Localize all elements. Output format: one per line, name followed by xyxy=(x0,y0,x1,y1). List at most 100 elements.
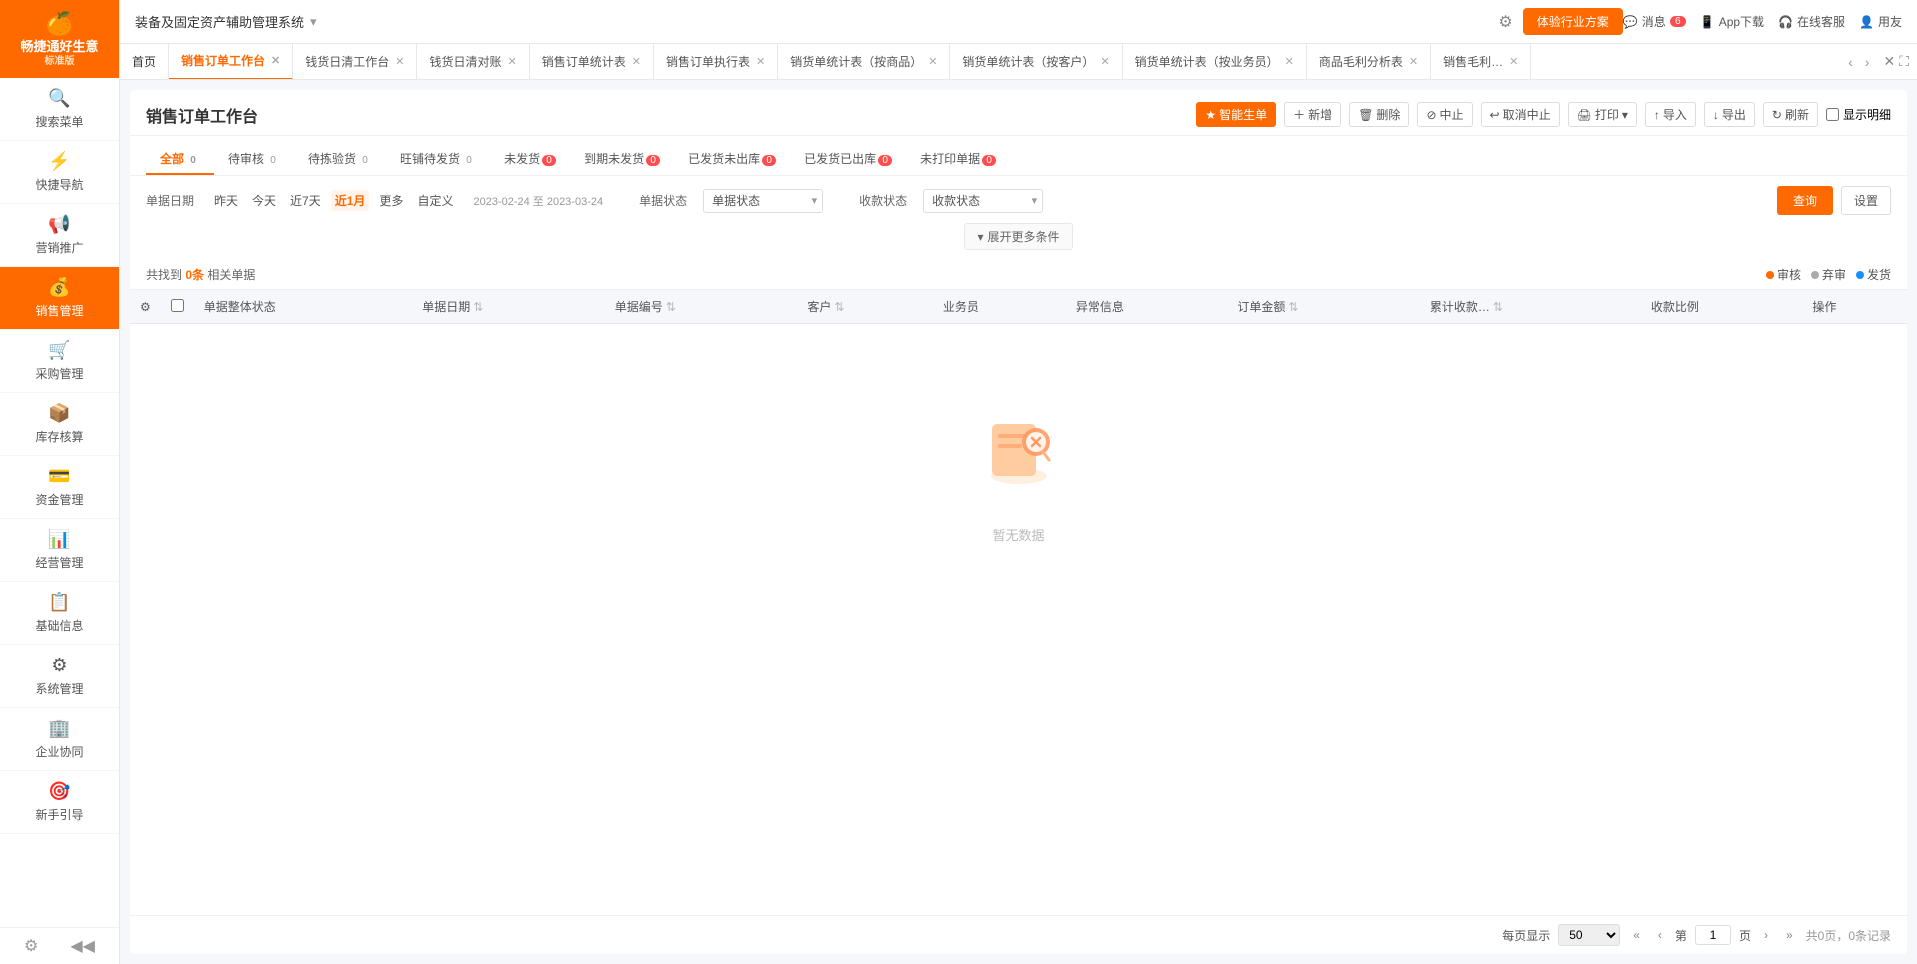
set-button[interactable]: 设置 xyxy=(1841,186,1891,215)
sidebar-collapse-icon[interactable]: ◀◀ xyxy=(70,936,95,956)
horizontal-scroll[interactable] xyxy=(146,905,1891,915)
cancel-stop-button[interactable]: ↩ 取消中止 xyxy=(1481,102,1560,127)
tab-close-3[interactable]: ✕ xyxy=(508,55,517,68)
sub-tab-7[interactable]: 已发货已出库0 xyxy=(790,144,906,175)
tabs-scroll-left[interactable]: ‹ xyxy=(1842,54,1859,70)
tab-close-9[interactable]: ✕ xyxy=(1409,55,1418,68)
tabs-maximize-icon[interactable]: ⛶ xyxy=(1899,53,1909,70)
date-option-2[interactable]: 近7天 xyxy=(286,190,325,211)
sub-tab-5[interactable]: 到期未发货0 xyxy=(570,144,674,175)
cancel-audit-action[interactable]: 弃审 xyxy=(1811,266,1846,283)
select-all-checkbox[interactable] xyxy=(171,299,184,312)
deliver-action[interactable]: 发货 xyxy=(1856,266,1891,283)
sidebar-item-marketing[interactable]: 📢营销推广 xyxy=(0,204,119,267)
sidebar-item-purchase[interactable]: 🛒采购管理 xyxy=(0,330,119,393)
expand-icon: ▾ xyxy=(977,230,983,244)
system-title-arrow[interactable]: ▾ xyxy=(310,14,317,30)
trial-button[interactable]: 体验行业方案 xyxy=(1523,8,1623,35)
sort-amount-icon[interactable]: ⇅ xyxy=(1288,300,1298,314)
sidebar-logo[interactable]: 🍊 畅捷通好生意 标准版 xyxy=(0,0,119,78)
export-button[interactable]: ↓ 导出 xyxy=(1704,102,1755,127)
tab-1[interactable]: 销售订单工作台✕ xyxy=(169,44,293,80)
th-check[interactable] xyxy=(161,290,194,324)
sort-number-icon[interactable]: ⇅ xyxy=(666,300,676,314)
date-option-4[interactable]: 更多 xyxy=(375,190,407,211)
show-detail-checkbox-wrap[interactable]: 显示明细 xyxy=(1826,106,1891,123)
user-icon: 👤 xyxy=(1859,15,1874,29)
last-page-btn[interactable]: » xyxy=(1781,926,1798,944)
page-size-select[interactable]: 50 xyxy=(1558,924,1620,946)
sub-tab-3[interactable]: 旺铺待发货0 xyxy=(386,144,490,175)
sub-tab-8[interactable]: 未打印单据0 xyxy=(906,144,1010,175)
sidebar-item-enterprise[interactable]: 🏢企业协同 xyxy=(0,708,119,771)
tab-3[interactable]: 钱货日清对账✕ xyxy=(417,44,529,80)
sub-tab-6[interactable]: 已发货未出库0 xyxy=(674,144,790,175)
tab-close-4[interactable]: ✕ xyxy=(632,55,641,68)
audit-dot xyxy=(1766,271,1774,279)
tabs-close-all-icon[interactable]: ✕ xyxy=(1883,53,1895,70)
tab-9[interactable]: 商品毛利分析表✕ xyxy=(1307,44,1431,80)
sub-tab-0[interactable]: 全部0 xyxy=(146,144,214,175)
tab-8[interactable]: 销货单统计表（按业务员）✕ xyxy=(1123,44,1307,80)
date-option-3[interactable]: 近1月 xyxy=(331,190,370,211)
sidebar-item-search[interactable]: 🔍搜索菜单 xyxy=(0,78,119,141)
sidebar-item-finance[interactable]: 💳资金管理 xyxy=(0,456,119,519)
th-gear[interactable]: ⚙ xyxy=(130,290,161,324)
tab-close-6[interactable]: ✕ xyxy=(928,55,937,68)
show-detail-checkbox[interactable] xyxy=(1826,108,1839,121)
tab-close-2[interactable]: ✕ xyxy=(395,55,404,68)
tab-close-1[interactable]: ✕ xyxy=(271,54,280,67)
tab-close-5[interactable]: ✕ xyxy=(756,55,765,68)
sort-collected-icon[interactable]: ⇅ xyxy=(1493,300,1503,314)
tab-6[interactable]: 销货单统计表（按商品）✕ xyxy=(778,44,950,80)
smart-create-button[interactable]: ★ 智能生单 xyxy=(1196,102,1276,127)
sort-customer-icon[interactable]: ⇅ xyxy=(834,300,844,314)
date-option-0[interactable]: 昨天 xyxy=(210,190,242,211)
tab-10[interactable]: 销售毛利…✕ xyxy=(1431,44,1531,80)
sidebar-item-guide[interactable]: 🎯新手引导 xyxy=(0,771,119,834)
sub-tab-2[interactable]: 待拣验货0 xyxy=(294,144,386,175)
sort-date-icon[interactable]: ⇅ xyxy=(473,300,483,314)
sidebar-item-basic-info[interactable]: 📋基础信息 xyxy=(0,582,119,645)
tab-5[interactable]: 销售订单执行表✕ xyxy=(654,44,778,80)
messages-item[interactable]: 💬 消息 6 xyxy=(1623,13,1686,30)
tab-0[interactable]: 首页 xyxy=(120,44,169,80)
delete-button[interactable]: 🗑 删除 xyxy=(1349,102,1409,127)
topbar-settings-icon[interactable]: ⚙ xyxy=(1498,12,1512,32)
user-item[interactable]: 👤 用友 xyxy=(1859,13,1902,30)
online-service-item[interactable]: 🎧 在线客服 xyxy=(1778,13,1845,30)
tab-7[interactable]: 销货单统计表（按客户）✕ xyxy=(950,44,1122,80)
tab-close-10[interactable]: ✕ xyxy=(1509,55,1518,68)
th-abnormal: 异常信息 xyxy=(1066,290,1228,324)
tabs-scroll-right[interactable]: › xyxy=(1859,54,1876,70)
sidebar-settings-icon[interactable]: ⚙ xyxy=(24,936,38,956)
tab-2[interactable]: 钱货日清工作台✕ xyxy=(293,44,417,80)
tab-4[interactable]: 销售订单统计表✕ xyxy=(530,44,654,80)
tab-close-8[interactable]: ✕ xyxy=(1285,55,1294,68)
date-option-1[interactable]: 今天 xyxy=(248,190,280,211)
next-page-btn[interactable]: › xyxy=(1759,926,1773,944)
import-button[interactable]: ↑ 导入 xyxy=(1645,102,1696,127)
sub-tab-1[interactable]: 待审核0 xyxy=(214,144,294,175)
add-button[interactable]: ＋ 新增 xyxy=(1284,102,1341,127)
tab-close-7[interactable]: ✕ xyxy=(1100,55,1109,68)
app-download-item[interactable]: 📱 App下载 xyxy=(1700,13,1764,30)
stop-button[interactable]: ⊘ 中止 xyxy=(1417,102,1472,127)
sidebar-item-operations[interactable]: 📊经营管理 xyxy=(0,519,119,582)
page-input[interactable] xyxy=(1695,925,1731,945)
sub-tab-4[interactable]: 未发货0 xyxy=(490,144,570,175)
sidebar-item-system[interactable]: ⚙系统管理 xyxy=(0,645,119,708)
status-select[interactable]: 单据状态 xyxy=(703,189,823,213)
first-page-btn[interactable]: « xyxy=(1628,926,1645,944)
sidebar-item-sales[interactable]: 💰销售管理 xyxy=(0,267,119,330)
expand-conditions-button[interactable]: ▾ 展开更多条件 xyxy=(964,223,1072,250)
date-option-5[interactable]: 自定义 xyxy=(413,190,457,211)
print-button[interactable]: 🖨 打印 ▾ xyxy=(1568,102,1637,127)
refresh-button[interactable]: ↻ 刷新 xyxy=(1763,102,1818,127)
prev-page-btn[interactable]: ‹ xyxy=(1653,926,1667,944)
sidebar-item-quick-nav[interactable]: ⚡快捷导航 xyxy=(0,141,119,204)
sidebar-item-inventory[interactable]: 📦库存核算 xyxy=(0,393,119,456)
payment-select[interactable]: 收款状态 xyxy=(923,189,1043,213)
audit-action[interactable]: 审核 xyxy=(1766,266,1801,283)
query-button[interactable]: 查询 xyxy=(1777,186,1833,215)
